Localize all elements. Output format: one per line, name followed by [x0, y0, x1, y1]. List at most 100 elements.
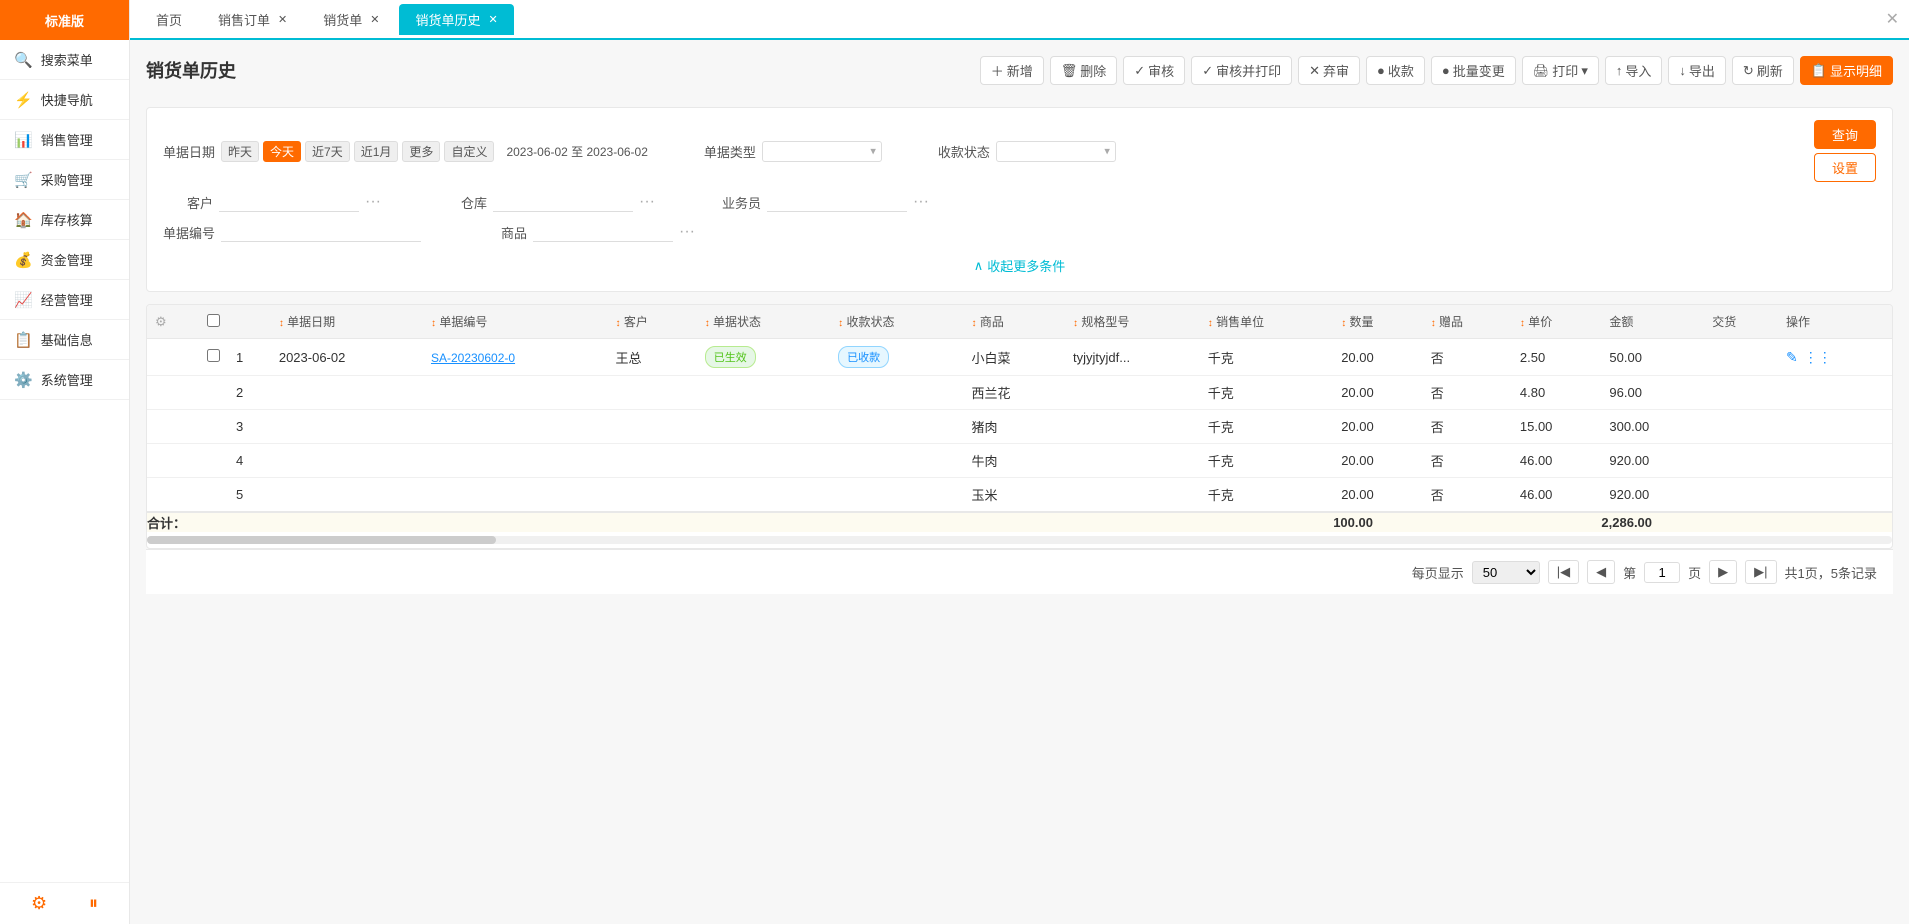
sidebar-item-ops-mgmt[interactable]: 📈 经营管理 [0, 280, 129, 320]
last-page-button[interactable]: ▶| [1745, 560, 1776, 584]
batch-change-button[interactable]: ● 批量变更 [1431, 56, 1516, 85]
date-btn-yesterday[interactable]: 昨天 [221, 141, 259, 162]
next-page-button[interactable]: ▶ [1709, 560, 1737, 584]
col-date[interactable]: ↕ 单据日期 [271, 305, 423, 339]
customer-input[interactable] [219, 192, 359, 212]
sidebar-item-finance-mgmt[interactable]: 💰 资金管理 [0, 240, 129, 280]
show-detail-label: 显示明细 [1830, 61, 1882, 80]
row-doc-status [697, 410, 830, 444]
sort-customer-icon[interactable]: ↕ [616, 318, 621, 329]
finance-mgmt-icon: 💰 [14, 251, 33, 269]
collapse-button[interactable]: ∧ 收起更多条件 [163, 252, 1876, 279]
sort-goods-icon[interactable]: ↕ [972, 318, 977, 329]
row-spec [1065, 444, 1200, 478]
warehouse-dots[interactable]: ··· [639, 193, 655, 211]
sidebar-item-base-info[interactable]: 📋 基础信息 [0, 320, 129, 360]
col-checkbox [198, 305, 228, 339]
sidebar-settings-icon[interactable]: ⚙ [31, 893, 47, 914]
horizontal-scrollbar[interactable] [147, 536, 1892, 544]
goods-dots[interactable]: ··· [679, 223, 695, 241]
col-gift[interactable]: ↕ 赠品 [1423, 305, 1512, 339]
first-page-button[interactable]: |◀ [1548, 560, 1579, 584]
tab-home[interactable]: 首页 [140, 4, 198, 35]
doctype-select[interactable] [762, 141, 882, 162]
date-btn-1month[interactable]: 近1月 [354, 141, 399, 162]
show-detail-button[interactable]: 📋 显示明细 [1800, 56, 1893, 85]
collect-button[interactable]: ● 收款 [1366, 56, 1425, 85]
sidebar-item-quick-nav[interactable]: ⚡ 快捷导航 [0, 80, 129, 120]
sort-spec-icon[interactable]: ↕ [1073, 318, 1078, 329]
print-button[interactable]: 🖨 打印 ▾ [1522, 56, 1599, 85]
delete-button[interactable]: 🗑 删除 [1050, 56, 1118, 85]
summary-gift [1423, 512, 1512, 532]
sort-gift-icon[interactable]: ↕ [1431, 318, 1436, 329]
edit-action-icon[interactable]: ✎ [1786, 349, 1798, 366]
tab-sales-goods-close[interactable]: ✕ [370, 13, 379, 26]
sidebar-item-inventory-calc[interactable]: 🏠 库存核算 [0, 200, 129, 240]
col-customer[interactable]: ↕ 客户 [608, 305, 697, 339]
page-number-input[interactable] [1644, 562, 1680, 583]
col-spec[interactable]: ↕ 规格型号 [1065, 305, 1200, 339]
table-settings-icon[interactable]: ⚙ [155, 314, 167, 329]
audit-print-button[interactable]: ✓ 审核并打印 [1191, 56, 1292, 85]
row-unit-price: 4.80 [1512, 376, 1602, 410]
tab-sales-order-close[interactable]: ✕ [278, 13, 287, 26]
sidebar-bottom: ⚙ ⏸ [0, 882, 129, 924]
sort-unit-icon[interactable]: ↕ [1208, 318, 1213, 329]
sort-docstatus-icon[interactable]: ↕ [705, 318, 710, 329]
salesperson-dots[interactable]: ··· [913, 193, 929, 211]
col-doc-status[interactable]: ↕ 单据状态 [697, 305, 830, 339]
col-settings[interactable]: ⚙ [147, 305, 198, 339]
row-checkbox[interactable] [207, 349, 220, 362]
tabbar-close-btn[interactable]: ✕ [1886, 9, 1899, 29]
salesperson-input[interactable] [767, 192, 907, 212]
sidebar-collapse-icon[interactable]: ⏸ [89, 893, 98, 914]
import-icon: ↑ [1616, 63, 1623, 78]
sidebar-item-sales-mgmt[interactable]: 📊 销售管理 [0, 120, 129, 160]
date-btn-7days[interactable]: 近7天 [305, 141, 350, 162]
abandon-button[interactable]: ✕ 弃审 [1298, 56, 1360, 85]
doc-no-link[interactable]: SA-20230602-0 [431, 351, 515, 365]
tab-sales-history[interactable]: 销货单历史 ✕ [399, 4, 513, 35]
col-doc-no[interactable]: ↕ 单据编号 [423, 305, 608, 339]
sort-docno-icon[interactable]: ↕ [431, 318, 436, 329]
col-unit[interactable]: ↕ 销售单位 [1200, 305, 1333, 339]
sort-date-icon[interactable]: ↕ [279, 318, 284, 329]
col-unit-price[interactable]: ↕ 单价 [1512, 305, 1602, 339]
docno-input[interactable] [221, 222, 421, 242]
export-button[interactable]: ↓ 导出 [1668, 56, 1726, 85]
query-button[interactable]: 查询 [1814, 120, 1876, 149]
sidebar-item-purchase-mgmt[interactable]: 🛒 采购管理 [0, 160, 129, 200]
tab-sales-goods[interactable]: 销货单 ✕ [307, 4, 395, 35]
sort-paymentstatus-icon[interactable]: ↕ [838, 318, 843, 329]
goods-input[interactable] [533, 222, 673, 242]
import-button[interactable]: ↑ 导入 [1605, 56, 1663, 85]
customer-dots[interactable]: ··· [365, 193, 381, 211]
audit-button[interactable]: ✓ 审核 [1123, 56, 1185, 85]
sidebar-item-search-menu[interactable]: 🔍 搜索菜单 [0, 40, 129, 80]
col-qty[interactable]: ↕ 数量 [1333, 305, 1423, 339]
per-page-select[interactable]: 50 100 [1472, 561, 1540, 584]
set-button[interactable]: 设置 [1814, 153, 1876, 182]
print-icon: 🖨 [1533, 63, 1550, 79]
more-action-icon[interactable]: ⋮⋮ [1804, 349, 1832, 366]
col-goods[interactable]: ↕ 商品 [964, 305, 1065, 339]
select-all-checkbox[interactable] [207, 314, 220, 327]
tab-sales-goods-label: 销货单 [323, 10, 362, 29]
date-btn-today[interactable]: 今天 [263, 141, 301, 162]
date-btn-custom[interactable]: 自定义 [444, 141, 494, 162]
date-btn-more[interactable]: 更多 [402, 141, 440, 162]
scrollbar-thumb[interactable] [147, 536, 496, 544]
new-button[interactable]: ＋ 新增 [980, 56, 1044, 85]
sidebar-item-sys-mgmt[interactable]: ⚙️ 系统管理 [0, 360, 129, 400]
date-range-value: 2023-06-02 至 2023-06-02 [506, 143, 647, 160]
tab-sales-history-close[interactable]: ✕ [489, 13, 498, 26]
col-payment-status[interactable]: ↕ 收款状态 [830, 305, 963, 339]
warehouse-input[interactable] [493, 192, 633, 212]
sort-unitprice-icon[interactable]: ↕ [1520, 318, 1525, 329]
sort-qty-icon[interactable]: ↕ [1341, 318, 1346, 329]
tab-sales-order[interactable]: 销售订单 ✕ [202, 4, 303, 35]
payment-status-select[interactable] [996, 141, 1116, 162]
prev-page-button[interactable]: ◀ [1587, 560, 1615, 584]
refresh-button[interactable]: ↻ 刷新 [1732, 56, 1794, 85]
